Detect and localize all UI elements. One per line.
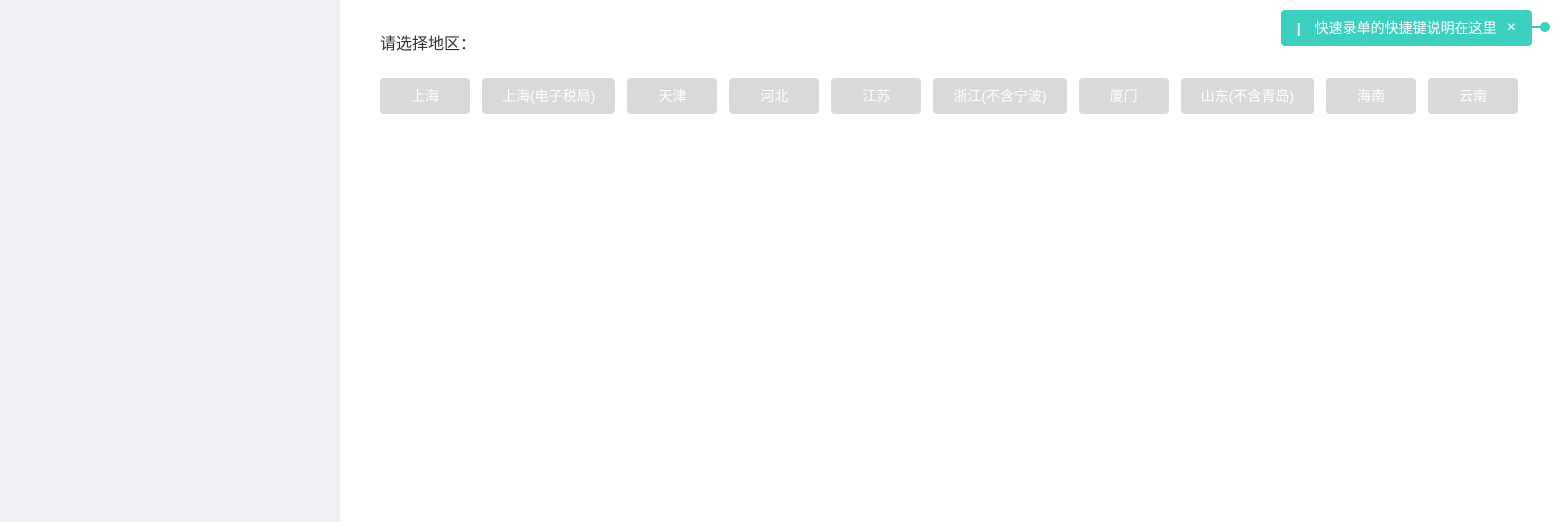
region-buttons: 上海上海(电子税局) 天津河北江苏浙江(不含宁波) 厦门山东(不含青岛) 海南云南 xyxy=(380,78,1522,114)
region-button-zhejiang[interactable]: 浙江(不含宁波) xyxy=(933,78,1066,114)
region-button-shanghai-etax[interactable]: 上海(电子税局) xyxy=(482,78,615,114)
region-button-shandong[interactable]: 山东(不含青岛) xyxy=(1181,78,1314,114)
region-button-hebei[interactable]: 河北 xyxy=(729,78,819,114)
region-button-tianjin[interactable]: 天津 xyxy=(627,78,717,114)
region-button-xiamen[interactable]: 厦门 xyxy=(1079,78,1169,114)
main-content: 请选择地区： 上海上海(电子税局)天津河北江苏浙江(不含宁波)厦门山东(不含青岛… xyxy=(340,0,1562,522)
region-button-jiangsu[interactable]: 江苏 xyxy=(831,78,921,114)
left-sidebar xyxy=(0,0,340,522)
tooltip-text: 快速录单的快捷键说明在这里 xyxy=(1315,18,1497,38)
region-button-shanghai[interactable]: 上海 xyxy=(380,78,470,114)
tooltip-line xyxy=(1522,26,1540,28)
region-button-yunnan[interactable]: 云南 xyxy=(1428,78,1518,114)
region-button-hainan[interactable]: 海南 xyxy=(1326,78,1416,114)
tooltip-dot xyxy=(1540,22,1550,32)
tooltip-close-button[interactable]: × xyxy=(1507,20,1516,36)
tooltip-banner: 快速录单的快捷键说明在这里 × xyxy=(1281,10,1532,46)
